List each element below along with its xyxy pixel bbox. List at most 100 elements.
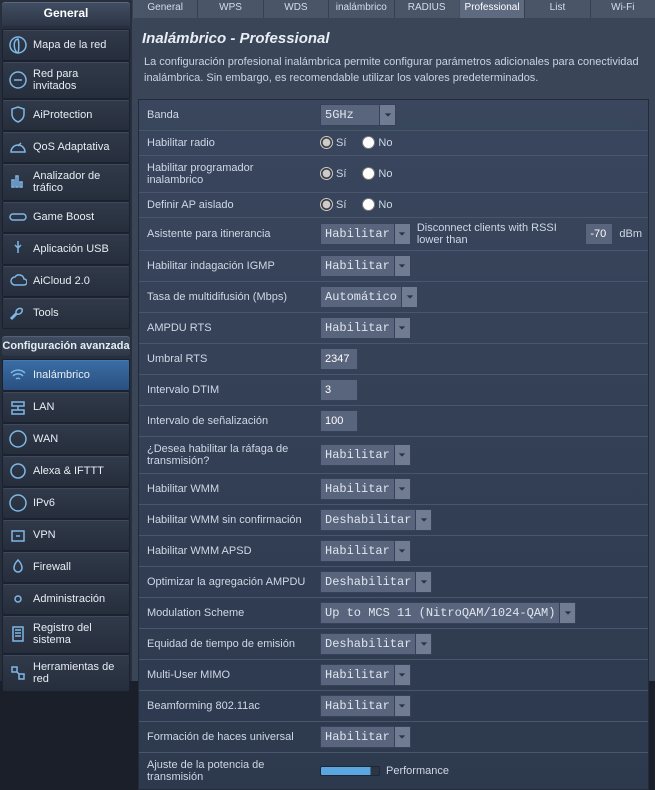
radio-label: No	[378, 199, 392, 211]
sidebar-item-adv-0[interactable]: Inalámbrico	[2, 359, 130, 391]
select-value[interactable]: Habilitar	[320, 317, 395, 339]
chevron-down-icon[interactable]	[395, 255, 411, 277]
sidebar-item-adv-1[interactable]: LAN	[2, 391, 130, 423]
setting-label: Banda	[139, 103, 314, 127]
select-value[interactable]: Deshabilitar	[320, 633, 416, 655]
radio-label: No	[378, 168, 392, 180]
tab-3[interactable]: inalámbrico	[328, 0, 393, 18]
select-value[interactable]: Deshabilitar	[320, 509, 416, 531]
setting-label: Modulation Scheme	[139, 601, 314, 625]
setting-label: Optimizar la agregación AMPDU	[139, 570, 314, 594]
select-value[interactable]: Habilitar	[320, 223, 395, 245]
sidebar-item-adv-6[interactable]: Firewall	[2, 551, 130, 583]
setting-control: Habilitar	[314, 313, 648, 343]
tab-0[interactable]: General	[132, 0, 197, 18]
analytics-icon	[9, 173, 27, 191]
log-icon	[9, 625, 27, 643]
sidebar-item-label: Analizador de tráfico	[33, 170, 123, 194]
shield-icon	[9, 106, 27, 124]
radio-input[interactable]	[320, 198, 333, 211]
chevron-down-icon[interactable]	[395, 695, 411, 717]
radio-no[interactable]: No	[362, 198, 392, 211]
sidebar-item-gen-4[interactable]: Analizador de tráfico	[2, 163, 130, 201]
txpower-slider[interactable]	[320, 766, 380, 776]
setting-row-11: ¿Desea habilitar la ráfaga de transmisió…	[139, 437, 648, 474]
sidebar-item-label: Administración	[33, 593, 105, 605]
chevron-down-icon[interactable]	[416, 633, 432, 655]
tab-5[interactable]: Professional	[459, 0, 524, 18]
setting-control: Habilitar	[314, 722, 648, 752]
chevron-down-icon[interactable]	[395, 223, 411, 245]
sidebar-item-gen-8[interactable]: Tools	[2, 297, 130, 329]
sidebar-item-label: Inalámbrico	[33, 369, 90, 381]
tab-7[interactable]: Wi-Fi	[590, 0, 655, 18]
radio-label: No	[378, 137, 392, 149]
select-value[interactable]: 5GHz	[320, 104, 380, 126]
select-value[interactable]: Habilitar	[320, 664, 395, 686]
sidebar-item-gen-6[interactable]: Aplicación USB	[2, 233, 130, 265]
select-value[interactable]: Habilitar	[320, 726, 395, 748]
radio-input[interactable]	[320, 167, 333, 180]
setting-label: Habilitar programador inalambrico	[139, 156, 314, 192]
sidebar-item-gen-5[interactable]: Game Boost	[2, 201, 130, 233]
setting-row-12: Habilitar WMMHabilitar	[139, 474, 648, 505]
sidebar-item-adv-5[interactable]: VPN	[2, 519, 130, 551]
radio-input[interactable]	[362, 198, 375, 211]
tab-1[interactable]: WPS	[197, 0, 262, 18]
sidebar-item-adv-3[interactable]: Alexa & IFTTT	[2, 455, 130, 487]
sidebar-item-gen-2[interactable]: AiProtection	[2, 99, 130, 131]
select-value[interactable]: Up to MCS 11 (NitroQAM/1024-QAM)	[320, 602, 560, 624]
tab-6[interactable]: List	[524, 0, 589, 18]
chevron-down-icon[interactable]	[395, 317, 411, 339]
chevron-down-icon[interactable]	[560, 602, 576, 624]
setting-label: Intervalo DTIM	[139, 378, 314, 402]
setting-control: Habilitar	[314, 660, 648, 690]
radio-input[interactable]	[320, 136, 333, 149]
select-value[interactable]: Habilitar	[320, 478, 395, 500]
sidebar-item-gen-1[interactable]: Red para invitados	[2, 61, 130, 99]
chevron-down-icon[interactable]	[395, 664, 411, 686]
chevron-down-icon[interactable]	[402, 286, 418, 308]
setting-control: Deshabilitar	[314, 629, 648, 659]
sidebar-item-gen-7[interactable]: AiCloud 2.0	[2, 265, 130, 297]
rssi-input[interactable]	[585, 223, 613, 245]
radio-no[interactable]: No	[362, 167, 392, 180]
text-input[interactable]	[320, 379, 358, 401]
tab-4[interactable]: RADIUS	[394, 0, 459, 18]
sidebar-item-label: VPN	[33, 529, 56, 541]
text-input[interactable]	[320, 348, 358, 370]
sidebar-item-adv-9[interactable]: Herramientas de red	[2, 654, 130, 692]
sidebar-item-adv-4[interactable]: IPv6	[2, 487, 130, 519]
sidebar-item-label: Alexa & IFTTT	[33, 465, 104, 477]
radio-yes[interactable]: Sí	[320, 198, 346, 211]
chevron-down-icon[interactable]	[380, 104, 396, 126]
select-value[interactable]: Habilitar	[320, 444, 395, 466]
radio-input[interactable]	[362, 136, 375, 149]
chevron-down-icon[interactable]	[395, 478, 411, 500]
setting-row-7: AMPDU RTSHabilitar	[139, 313, 648, 344]
chevron-down-icon[interactable]	[395, 444, 411, 466]
text-input[interactable]	[320, 410, 358, 432]
radio-input[interactable]	[362, 167, 375, 180]
sidebar-item-adv-8[interactable]: Registro del sistema	[2, 615, 130, 653]
slider-value: Performance	[386, 765, 449, 777]
chevron-down-icon[interactable]	[395, 540, 411, 562]
select-value[interactable]: Habilitar	[320, 540, 395, 562]
chevron-down-icon[interactable]	[395, 726, 411, 748]
radio-yes[interactable]: Sí	[320, 167, 346, 180]
sidebar-item-gen-3[interactable]: QoS Adaptativa	[2, 131, 130, 163]
sidebar-item-gen-0[interactable]: Mapa de la red	[2, 29, 130, 61]
radio-no[interactable]: No	[362, 136, 392, 149]
select-value[interactable]: Automático	[320, 286, 402, 308]
select-value[interactable]: Deshabilitar	[320, 571, 416, 593]
select-value[interactable]: Habilitar	[320, 695, 395, 717]
sidebar-item-adv-7[interactable]: Administración	[2, 583, 130, 615]
radio-yes[interactable]: Sí	[320, 136, 346, 149]
wan-icon	[9, 430, 27, 448]
select-value[interactable]: Habilitar	[320, 255, 395, 277]
sidebar-item-adv-2[interactable]: WAN	[2, 423, 130, 455]
setting-label: Habilitar WMM APSD	[139, 539, 314, 563]
chevron-down-icon[interactable]	[416, 571, 432, 593]
tab-2[interactable]: WDS	[263, 0, 328, 18]
chevron-down-icon[interactable]	[416, 509, 432, 531]
